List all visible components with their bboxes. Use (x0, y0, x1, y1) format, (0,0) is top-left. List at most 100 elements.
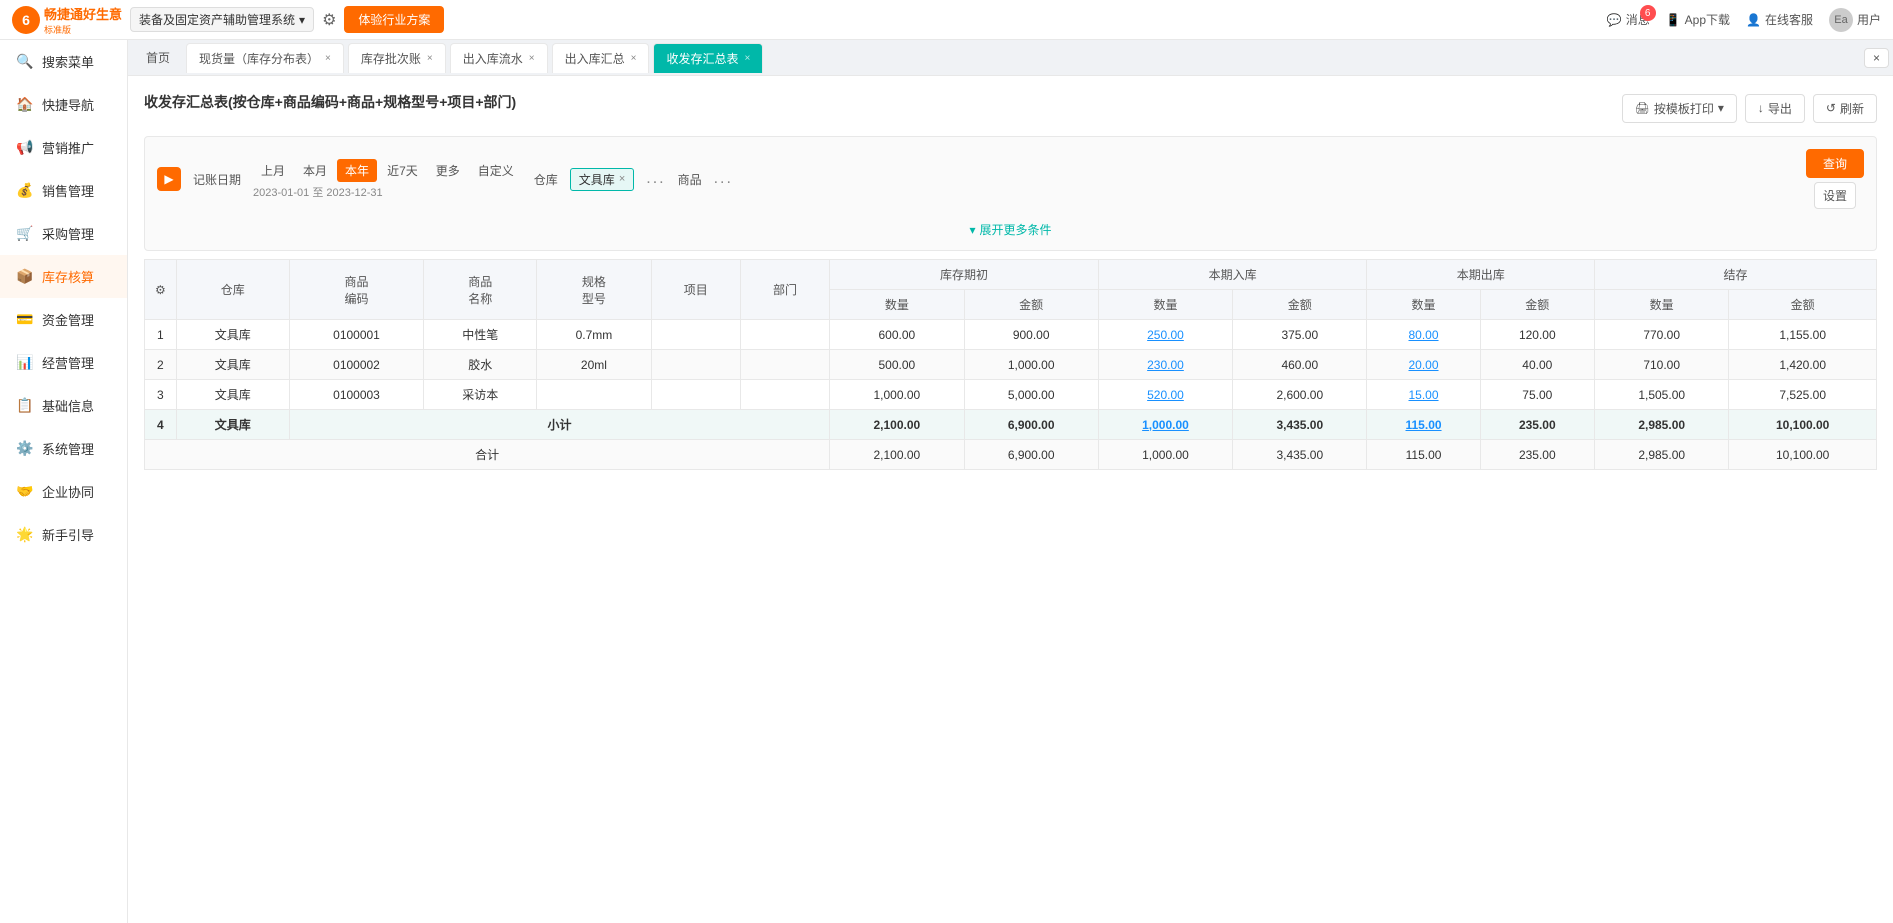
sidebar-item-quick-nav[interactable]: 🏠 快捷导航 (0, 83, 127, 126)
cell-spec (537, 380, 651, 410)
total-out-amt: 235.00 (1480, 440, 1594, 470)
tab-batch[interactable]: 库存批次账 × (348, 43, 446, 73)
date-btn-last-month[interactable]: 上月 (253, 159, 293, 182)
cell-in-qty[interactable]: 230.00 (1098, 350, 1232, 380)
refresh-button[interactable]: ↺ 刷新 (1813, 94, 1877, 123)
refresh-icon: ↺ (1826, 101, 1836, 115)
cell-out-qty[interactable]: 15.00 (1367, 380, 1480, 410)
col-in-header: 本期入库 (1098, 260, 1367, 290)
sidebar-item-inventory[interactable]: 📦 库存核算 (0, 255, 127, 298)
sidebar-label-quick-nav: 快捷导航 (42, 95, 94, 114)
sidebar-item-enterprise[interactable]: 🤝 企业协同 (0, 470, 127, 513)
trial-button[interactable]: 体验行业方案 (344, 6, 444, 33)
marketing-icon: 📢 (16, 139, 34, 156)
tab-recv-send-close[interactable]: × (744, 53, 750, 64)
subtotal-out-qty[interactable]: 115.00 (1367, 410, 1480, 440)
tab-recv-send-summary[interactable]: 收发存汇总表 × (653, 43, 763, 73)
user-button[interactable]: Ea 用户 (1829, 8, 1881, 32)
message-button[interactable]: 💬 消息 6 (1607, 11, 1650, 28)
cell-in-qty[interactable]: 250.00 (1098, 320, 1232, 350)
app-download-button[interactable]: 📱 App下载 (1666, 11, 1730, 28)
sidebar-item-search[interactable]: 🔍 搜索菜单 (0, 40, 127, 83)
date-btn-this-month[interactable]: 本月 (295, 159, 335, 182)
sidebar-item-sales[interactable]: 💰 销售管理 (0, 169, 127, 212)
print-button[interactable]: 🖨 按模板打印 ▾ (1622, 94, 1737, 123)
col-in-qty-header: 数量 (1098, 290, 1232, 320)
cell-spec: 0.7mm (537, 320, 651, 350)
filter-toggle-button[interactable]: ▶ (157, 167, 181, 191)
subtotal-open-qty: 2,100.00 (830, 410, 964, 440)
cell-close-amt: 1,155.00 (1729, 320, 1877, 350)
sidebar-item-purchase[interactable]: 🛒 采购管理 (0, 212, 127, 255)
settings-icon[interactable]: ⚙ (322, 10, 336, 30)
print-dropdown-icon: ▾ (1718, 101, 1724, 115)
cell-open-qty: 600.00 (830, 320, 964, 350)
goods-more-button[interactable]: ... (714, 170, 733, 188)
cell-out-qty[interactable]: 20.00 (1367, 350, 1480, 380)
col-name-header: 商品名称 (424, 260, 537, 320)
sidebar-item-system[interactable]: ⚙️ 系统管理 (0, 427, 127, 470)
subtotal-close-qty: 2,985.00 (1595, 410, 1729, 440)
tab-stock-dist[interactable]: 现货量（库存分布表） × (186, 43, 344, 73)
date-buttons: 上月 本月 本年 近7天 更多 自定义 (253, 159, 522, 182)
tab-home[interactable]: 首页 (134, 43, 182, 73)
cell-out-qty[interactable]: 80.00 (1367, 320, 1480, 350)
sales-icon: 💰 (16, 182, 34, 199)
subtotal-in-qty[interactable]: 1,000.00 (1098, 410, 1232, 440)
date-label: 记账日期 (193, 171, 241, 188)
date-btn-7days[interactable]: 近7天 (379, 159, 426, 182)
tab-inout-summary-label: 出入库汇总 (565, 50, 625, 67)
finance-icon: 💳 (16, 311, 34, 328)
sidebar-item-operations[interactable]: 📊 经营管理 (0, 341, 127, 384)
sidebar-item-guide[interactable]: 🌟 新手引导 (0, 513, 127, 556)
close-all-tabs-button[interactable]: × (1864, 48, 1889, 68)
col-dept-header: 部门 (740, 260, 829, 320)
inventory-icon: 📦 (16, 268, 34, 285)
cell-warehouse: 文具库 (176, 320, 289, 350)
date-btn-this-year[interactable]: 本年 (337, 159, 377, 182)
cell-code: 0100003 (289, 380, 423, 410)
warehouse-tag-text: 文具库 (579, 171, 615, 188)
settings-button[interactable]: 设置 (1814, 182, 1856, 209)
sidebar-item-marketing[interactable]: 📢 营销推广 (0, 126, 127, 169)
cell-out-amt: 75.00 (1480, 380, 1594, 410)
cell-project (651, 380, 740, 410)
warehouse-label: 仓库 (534, 171, 558, 188)
system-selector[interactable]: 装备及固定资产辅助管理系统 ▾ (130, 7, 314, 32)
tab-inout-flow-close[interactable]: × (529, 53, 535, 64)
cell-project (651, 350, 740, 380)
col-out-header: 本期出库 (1367, 260, 1595, 290)
cell-in-amt: 2,600.00 (1233, 380, 1367, 410)
col-close-qty-header: 数量 (1595, 290, 1729, 320)
date-btn-more[interactable]: 更多 (428, 159, 468, 182)
sidebar-label-purchase: 采购管理 (42, 224, 94, 243)
cell-no: 2 (145, 350, 177, 380)
warehouse-tag-close[interactable]: × (619, 173, 625, 185)
col-settings-header[interactable]: ⚙ (145, 260, 177, 320)
expand-arrow-icon: ▾ (969, 223, 975, 237)
date-btn-custom[interactable]: 自定义 (470, 159, 522, 182)
cell-warehouse: 文具库 (176, 350, 289, 380)
download-icon: 📱 (1666, 13, 1681, 27)
query-button[interactable]: 查询 (1806, 149, 1864, 178)
warehouse-more-button[interactable]: ... (646, 170, 665, 188)
expand-conditions-button[interactable]: ▾ 展开更多条件 (969, 221, 1051, 238)
tab-inout-summary-close[interactable]: × (631, 53, 637, 64)
tab-inout-flow[interactable]: 出入库流水 × (450, 43, 548, 73)
sidebar-item-finance[interactable]: 💳 资金管理 (0, 298, 127, 341)
tab-inout-summary[interactable]: 出入库汇总 × (552, 43, 650, 73)
tab-batch-close[interactable]: × (427, 53, 433, 64)
cell-open-qty: 500.00 (830, 350, 964, 380)
tab-stock-dist-close[interactable]: × (325, 53, 331, 64)
tab-home-label: 首页 (146, 49, 170, 66)
enterprise-icon: 🤝 (16, 483, 34, 500)
sidebar-item-basic[interactable]: 📋 基础信息 (0, 384, 127, 427)
cell-in-amt: 375.00 (1233, 320, 1367, 350)
online-service-button[interactable]: 👤 在线客服 (1746, 11, 1813, 28)
cell-in-qty[interactable]: 520.00 (1098, 380, 1232, 410)
query-btn-area: 查询 设置 (1806, 149, 1864, 209)
dropdown-icon: ▾ (299, 13, 305, 27)
export-button[interactable]: ↓ 导出 (1745, 94, 1805, 123)
tab-stock-dist-label: 现货量（库存分布表） (199, 50, 319, 67)
main-content: 首页 现货量（库存分布表） × 库存批次账 × 出入库流水 × 出入库汇总 × … (128, 40, 1893, 923)
